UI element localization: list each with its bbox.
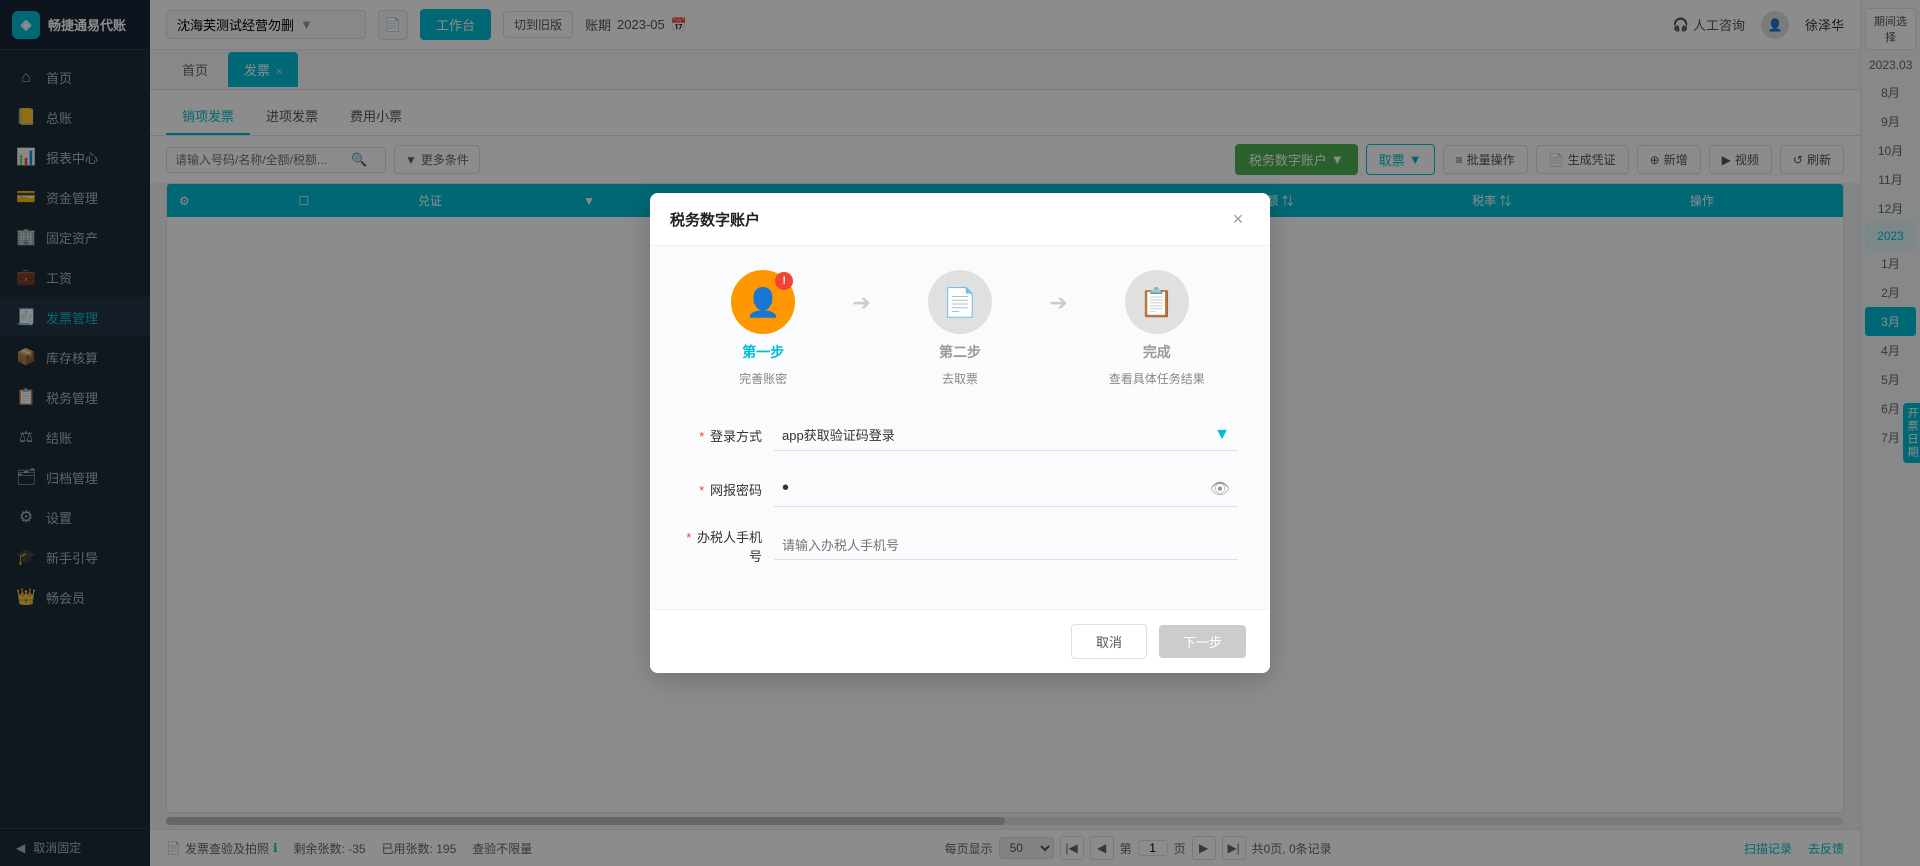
modal-overlay: 税务数字账户 × 👤 ! 第一步 完善账密 ➔ (0, 0, 1920, 866)
step1-badge: ! (775, 272, 793, 290)
phone-input[interactable] (774, 532, 1238, 560)
step3-icon: 📋 (1139, 286, 1174, 319)
password-dot: • (782, 477, 789, 500)
step-1: 👤 ! 第一步 完善账密 (682, 270, 844, 387)
step1-icon-wrap: 👤 ! (731, 270, 795, 334)
modal-body: 👤 ! 第一步 完善账密 ➔ 📄 第二步 去取票 ➔ (650, 246, 1270, 609)
login-method-select[interactable]: app获取验证码登录 ▼ (774, 419, 1238, 451)
tax-digital-modal: 税务数字账户 × 👤 ! 第一步 完善账密 ➔ (650, 193, 1270, 673)
next-button[interactable]: 下一步 (1159, 625, 1246, 658)
phone-label: * 办税人手机号 (682, 527, 762, 565)
step1-icon: 👤 (746, 286, 781, 319)
login-method-value: app获取验证码登录 (782, 425, 1206, 444)
modal-close-button[interactable]: × (1226, 207, 1250, 231)
form-row-phone: * 办税人手机号 (682, 527, 1238, 565)
login-method-dropdown-icon: ▼ (1214, 426, 1230, 444)
step1-label: 第一步 (742, 342, 784, 362)
step3-desc: 查看具体任务结果 (1109, 370, 1205, 387)
step1-desc: 完善账密 (739, 370, 787, 387)
modal-footer: 取消 下一步 (650, 609, 1270, 673)
step-2: 📄 第二步 去取票 (879, 270, 1041, 387)
form-row-password: * 网报密码 • 👁 (682, 471, 1238, 507)
step-3: 📋 完成 查看具体任务结果 (1076, 270, 1238, 387)
step2-label: 第二步 (939, 342, 981, 362)
password-label: * 网报密码 (682, 480, 762, 499)
modal-title: 税务数字账户 (670, 209, 1226, 230)
step2-icon: 📄 (943, 286, 978, 319)
step2-icon-wrap: 📄 (928, 270, 992, 334)
step-arrow-2: ➔ (1041, 290, 1075, 316)
step-arrow-1: ➔ (844, 290, 878, 316)
step3-icon-wrap: 📋 (1125, 270, 1189, 334)
login-method-label: * 登录方式 (682, 426, 762, 445)
step2-desc: 去取票 (942, 370, 978, 387)
form-row-login-method: * 登录方式 app获取验证码登录 ▼ (682, 419, 1238, 451)
password-eye-icon[interactable]: 👁 (1210, 479, 1230, 499)
modal-header: 税务数字账户 × (650, 193, 1270, 246)
cancel-button[interactable]: 取消 (1071, 624, 1147, 659)
steps: 👤 ! 第一步 完善账密 ➔ 📄 第二步 去取票 ➔ (682, 270, 1238, 387)
step3-label: 完成 (1143, 342, 1171, 362)
